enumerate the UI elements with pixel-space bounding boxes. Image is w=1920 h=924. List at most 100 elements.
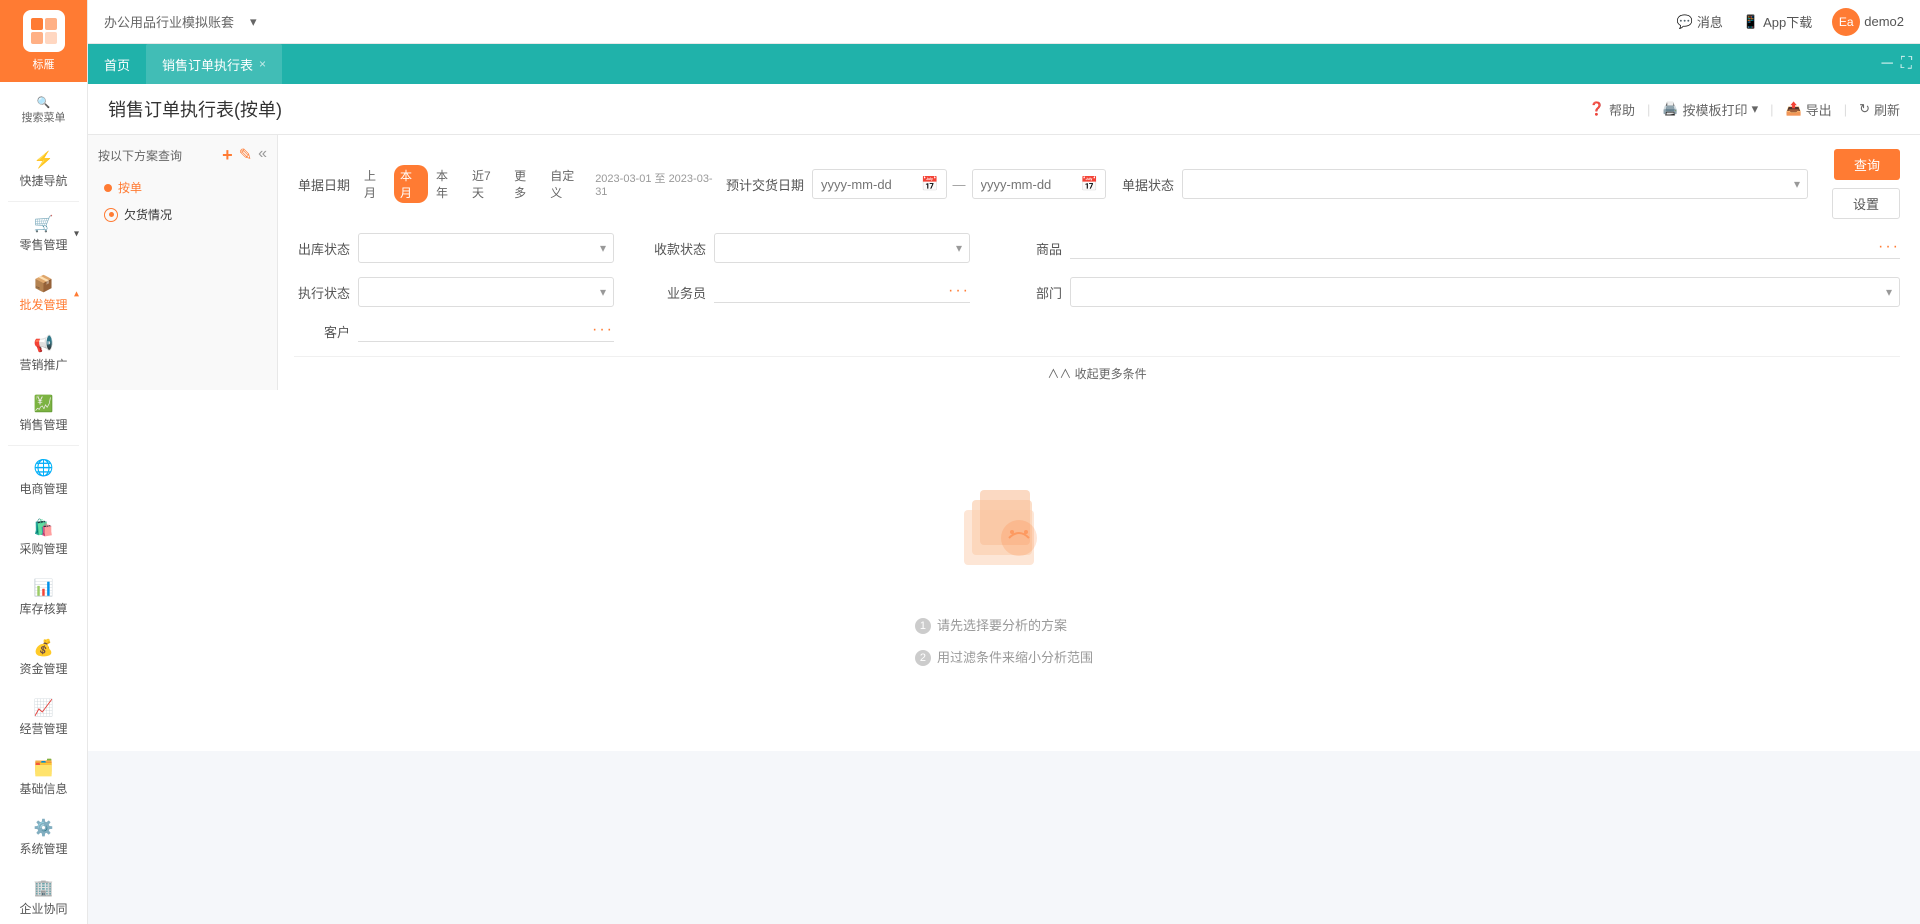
scheme-item-quhuo[interactable]: 欠货情况 (98, 201, 267, 228)
sidebar-item-marketing[interactable]: 📢 营销推广 (4, 324, 83, 383)
exec-select[interactable] (358, 277, 614, 307)
user-profile[interactable]: Ea demo2 (1832, 8, 1904, 36)
date-label: 单据日期 (294, 175, 350, 194)
query-btn-group: 查询 设置 (1832, 149, 1900, 219)
sidebar-item-sales[interactable]: 💹 销售管理 (4, 384, 83, 443)
tab-label: 销售订单执行表 (162, 55, 253, 74)
search-menu-item[interactable]: 🔍 搜索菜单 (6, 90, 81, 131)
sidebar-item-purchase[interactable]: 🛍️ 采购管理 (4, 508, 83, 567)
exec-select-wrapper (358, 277, 614, 307)
help-button[interactable]: ❓ 帮助 (1589, 100, 1635, 119)
delivery-status-label: 出库状态 (294, 239, 350, 258)
empty-hint-text-1: 请先选择要分析的方案 (937, 613, 1067, 639)
filter-content: 单据日期 上月 本月 本年 近7天 更多 自定义 2023-03-01 至 20… (278, 135, 1900, 390)
goods-selector-icon[interactable]: ··· (1878, 238, 1900, 256)
status-select[interactable] (1182, 169, 1808, 199)
app-download-button[interactable]: 📱 App下载 (1743, 12, 1812, 31)
sidebar-item-retail[interactable]: 🛒 零售管理 ▾ (4, 204, 83, 263)
scheme-item-badan[interactable]: 按单 (98, 174, 267, 201)
salesperson-label: 业务员 (650, 283, 706, 302)
tab-minimize-icon[interactable]: ─ (1881, 55, 1892, 73)
purchase-icon: 🛍️ (34, 518, 54, 538)
filter-row-2: 出库状态 收款状态 (294, 233, 1900, 263)
refresh-icon: ↻ (1859, 101, 1870, 117)
scheme-collapse-icon[interactable]: « (258, 145, 267, 166)
sidebar-search-section: 🔍 搜索菜单 (0, 82, 87, 139)
date-tab-7days[interactable]: 近7天 (466, 165, 506, 203)
sidebar-item-label: 营销推广 (19, 356, 67, 373)
scheme-active-dot (104, 184, 112, 192)
export-label: 导出 (1806, 100, 1832, 119)
export-button[interactable]: 📤 导出 (1785, 100, 1831, 119)
status-label: 单据状态 (1118, 175, 1174, 194)
date-tab-custom[interactable]: 自定义 (544, 165, 589, 203)
finance-icon: 💰 (34, 638, 54, 658)
user-name: demo2 (1864, 14, 1904, 29)
scheme-title: 按以下方案查询 (98, 147, 182, 164)
scheme-edit-icon[interactable]: ✎ (239, 145, 252, 166)
sidebar-item-label: 系统管理 (19, 840, 67, 857)
date-to-input[interactable] (972, 169, 1107, 199)
department-label: 部门 (1006, 283, 1062, 302)
date-tab-last-month[interactable]: 上月 (358, 165, 392, 203)
scheme-list: 按单 欠货情况 (98, 174, 267, 228)
salesperson-selector-icon[interactable]: ··· (948, 282, 970, 300)
empty-state: 1 请先选择要分析的方案 2 用过滤条件来缩小分析范围 (88, 390, 1920, 751)
payment-select[interactable] (714, 233, 970, 263)
query-button[interactable]: 查询 (1834, 149, 1900, 180)
scheme-item-label2: 欠货情况 (124, 206, 172, 223)
message-button[interactable]: 💬 消息 (1677, 12, 1723, 31)
filter-row-1: 单据日期 上月 本月 本年 近7天 更多 自定义 2023-03-01 至 20… (294, 149, 1900, 219)
date-tab-this-month[interactable]: 本月 (394, 165, 428, 203)
scheme-add-icon[interactable]: + (222, 145, 233, 166)
customer-selector-icon[interactable]: ··· (592, 321, 614, 339)
wholesale-icon: 📦 (34, 274, 54, 294)
sidebar-item-quick-nav[interactable]: ⚡ 快捷导航 (4, 140, 83, 199)
sidebar: 标雁 🔍 搜索菜单 ⚡ 快捷导航 🛒 零售管理 ▾ 📦 批发管理 ▴ 📢 营销推… (0, 0, 88, 924)
tabbar-actions: ─ ⛶ (1881, 55, 1920, 73)
tab-close-icon[interactable]: × (259, 57, 266, 71)
tab-home[interactable]: 首页 (88, 44, 146, 84)
sidebar-item-ecommerce[interactable]: 🌐 电商管理 (4, 448, 83, 507)
sidebar-item-basic[interactable]: 🗂️ 基础信息 (4, 748, 83, 807)
date-from-input[interactable] (812, 169, 947, 199)
avatar: Ea (1832, 8, 1860, 36)
delivery-status-group: 出库状态 (294, 233, 614, 263)
date-tab-this-year[interactable]: 本年 (430, 165, 464, 203)
hint-num-2: 2 (915, 650, 931, 666)
chevron-down-icon: ▾ (74, 228, 79, 239)
logo-text: 标雁 (33, 56, 55, 72)
print-button[interactable]: 🖨️ 按模板打印 ▾ (1662, 100, 1758, 119)
tabbar: 首页 销售订单执行表 × ─ ⛶ (88, 44, 1920, 84)
sidebar-logo[interactable]: 标雁 (0, 0, 87, 82)
operation-icon: 📈 (34, 698, 54, 718)
customer-label: 客户 (294, 322, 350, 341)
topbar-dropdown[interactable]: ▾ (250, 14, 257, 30)
date-tab-more[interactable]: 更多 (508, 165, 542, 203)
sidebar-item-label: 资金管理 (19, 660, 67, 677)
collapse-button[interactable]: ∧∧ 收起更多条件 (294, 356, 1900, 390)
delivery-select[interactable] (358, 233, 614, 263)
sidebar-item-wholesale[interactable]: 📦 批发管理 ▴ (4, 264, 83, 323)
settings-button[interactable]: 设置 (1832, 188, 1900, 219)
main-area: 办公用品行业模拟账套 ▾ 💬 消息 📱 App下载 Ea demo2 首页 (88, 0, 1920, 924)
date-filter-inner: 上月 本月 本年 近7天 更多 自定义 2023-03-01 至 2023-03… (358, 165, 714, 203)
sidebar-item-label: 销售管理 (19, 416, 67, 433)
date-tabs: 上月 本月 本年 近7天 更多 自定义 2023-03-01 至 2023-03… (358, 165, 714, 203)
department-select[interactable] (1070, 277, 1900, 307)
sidebar-item-system[interactable]: ⚙️ 系统管理 (4, 808, 83, 867)
logo-icon (23, 10, 65, 52)
date-range-text: 2023-03-01 至 2023-03-31 (595, 170, 714, 198)
sidebar-item-enterprise[interactable]: 🏢 企业协同 (4, 868, 83, 924)
sidebar-item-finance[interactable]: 💰 资金管理 (4, 628, 83, 687)
expected-date-group: 预计交货日期 📅 — 📅 (726, 169, 1106, 199)
refresh-button[interactable]: ↻ 刷新 (1859, 100, 1900, 119)
date-to-wrapper: 📅 (972, 169, 1107, 199)
page-content: 销售订单执行表(按单) ❓ 帮助 | 🖨️ 按模板打印 ▾ | 📤 (88, 84, 1920, 924)
filter-scheme: 按以下方案查询 + ✎ « 按单 (88, 135, 278, 390)
sidebar-item-operation[interactable]: 📈 经营管理 (4, 688, 83, 747)
empty-hints: 1 请先选择要分析的方案 2 用过滤条件来缩小分析范围 (915, 613, 1093, 671)
sidebar-item-inventory[interactable]: 📊 库存核算 (4, 568, 83, 627)
tab-sales-order[interactable]: 销售订单执行表 × (146, 44, 282, 84)
tab-maximize-icon[interactable]: ⛶ (1901, 55, 1912, 73)
